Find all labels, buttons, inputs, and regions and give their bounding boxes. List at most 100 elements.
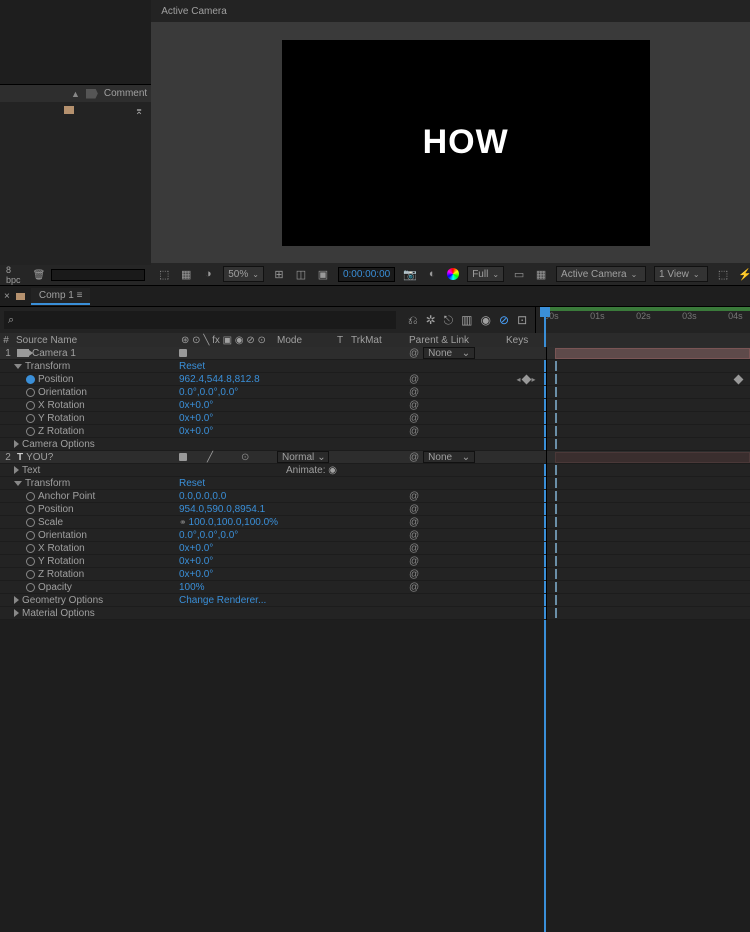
prev-key-icon[interactable]: ◂	[516, 375, 520, 384]
twirl-icon[interactable]	[14, 481, 22, 486]
layer-row-text[interactable]: 2TYOU? ╱⊙ Normal⌄ @None⌄	[0, 451, 750, 464]
prop-value[interactable]: 0x+0.0°	[179, 543, 213, 554]
stopwatch-icon[interactable]	[26, 427, 35, 436]
snapshot-icon[interactable]: 📷	[403, 267, 417, 281]
prop-xrotation[interactable]: X Rotation 0x+0.0° @	[0, 399, 750, 412]
guides-icon[interactable]: ◫	[294, 267, 308, 281]
frame-blend-icon[interactable]: ▥	[461, 313, 472, 328]
stopwatch-icon[interactable]	[26, 557, 35, 566]
prop-value[interactable]: 0x+0.0°	[179, 413, 213, 424]
prop-zrotation[interactable]: Z Rotation 0x+0.0° @	[0, 425, 750, 438]
transparency-icon[interactable]: ▦	[534, 267, 548, 281]
pixel-aspect-icon[interactable]: ⬚	[716, 267, 730, 281]
tab-close-icon[interactable]: ×	[4, 291, 10, 302]
parent-select[interactable]: None⌄	[423, 451, 475, 463]
stopwatch-icon[interactable]	[26, 401, 35, 410]
colorwheel-icon[interactable]	[447, 268, 459, 280]
prop-orientation2[interactable]: Orientation 0.0°,0.0°,0.0° @	[0, 529, 750, 542]
ruler-icon[interactable]: ⊞	[272, 267, 286, 281]
prop-value[interactable]: 0x+0.0°	[179, 556, 213, 567]
twirl-icon[interactable]	[14, 466, 19, 474]
group-material[interactable]: Material Options	[0, 607, 750, 620]
layer-name[interactable]: YOU?	[26, 452, 53, 463]
stopwatch-icon[interactable]	[26, 388, 35, 397]
pickwhip-icon[interactable]: @	[409, 387, 419, 398]
collapse-icon[interactable]: ▲	[71, 89, 80, 99]
grid-icon[interactable]: ▦	[179, 267, 193, 281]
layer-bar[interactable]	[555, 348, 750, 359]
comp-mini-flowchart-icon[interactable]: ⎌	[408, 313, 418, 328]
pickwhip-icon[interactable]: @	[409, 400, 419, 411]
zoom-select[interactable]: 50%⌄	[223, 266, 264, 282]
switch-video[interactable]	[179, 453, 187, 461]
exposure-icon[interactable]: ◐	[425, 267, 439, 281]
pickwhip-icon[interactable]: @	[409, 413, 419, 424]
prop-value[interactable]: 0x+0.0°	[179, 569, 213, 580]
prop-position[interactable]: Position 962.4,544.8,812.8 @ ◂▸	[0, 373, 750, 386]
group-camera-options[interactable]: Camera Options	[0, 438, 750, 451]
stopwatch-icon[interactable]	[26, 414, 35, 423]
search-input[interactable]: ⌕	[4, 311, 396, 329]
stopwatch-icon[interactable]	[26, 518, 35, 527]
fast-preview-icon[interactable]: ⚡	[738, 267, 750, 281]
twirl-icon[interactable]	[14, 440, 19, 448]
pickwhip-icon[interactable]: @	[409, 543, 419, 554]
view-layout-select[interactable]: 1 View⌄	[654, 266, 708, 282]
time-ruler[interactable]: 00s 01s 02s 03s 04s	[535, 307, 750, 333]
prop-anchor[interactable]: Anchor Point 0.0,0.0,0.0 @	[0, 490, 750, 503]
switch-video[interactable]	[179, 349, 187, 357]
prop-value[interactable]: 0x+0.0°	[179, 426, 213, 437]
pickwhip-icon[interactable]: @	[409, 426, 419, 437]
layer-bar[interactable]	[555, 452, 750, 463]
group-transform2[interactable]: Transform Reset	[0, 477, 750, 490]
reset-link[interactable]: Reset	[179, 361, 205, 372]
composition-canvas[interactable]: HOW	[282, 40, 650, 246]
prop-opacity[interactable]: Opacity 100% @	[0, 581, 750, 594]
label-icon[interactable]	[86, 89, 98, 99]
pickwhip-icon[interactable]: @	[409, 504, 419, 515]
twirl-icon[interactable]	[14, 609, 19, 617]
blend-mode-select[interactable]: Normal⌄	[277, 451, 329, 463]
channel-icon[interactable]: ▣	[316, 267, 330, 281]
prop-value[interactable]: 0x+0.0°	[179, 400, 213, 411]
keyframe-diamond[interactable]	[734, 374, 744, 384]
pickwhip-icon[interactable]: @	[409, 517, 419, 528]
trash-icon[interactable]: 🗑	[33, 270, 46, 281]
current-time[interactable]: 0:00:00:00	[338, 267, 395, 282]
prop-value[interactable]: 962.4,544.8,812.8	[179, 374, 260, 385]
bpc-label[interactable]: 8 bpc	[6, 265, 27, 285]
twirl-icon[interactable]	[14, 596, 19, 604]
prop-value[interactable]: 0.0°,0.0°,0.0°	[179, 530, 238, 541]
stopwatch-icon[interactable]	[26, 583, 35, 592]
stopwatch-icon[interactable]	[26, 375, 35, 384]
prop-scale[interactable]: Scale ⚭100.0,100.0,100.0% @	[0, 516, 750, 529]
brainstorm-icon[interactable]: ⊡	[517, 313, 527, 328]
motion-blur-icon[interactable]: ◉	[481, 313, 491, 328]
prop-value[interactable]: 0.0,0.0,0.0	[179, 491, 226, 502]
prop-value[interactable]: 954.0,590.0,8954.1	[179, 504, 265, 515]
viewer-stage[interactable]: HOW	[151, 22, 750, 263]
prop-xrotation2[interactable]: X Rotation 0x+0.0° @	[0, 542, 750, 555]
layer-row-camera[interactable]: 1Camera 1 @None⌄	[0, 347, 750, 360]
pickwhip-icon[interactable]: @	[409, 452, 419, 463]
parent-select[interactable]: None⌄	[423, 347, 475, 359]
roi-icon[interactable]: ▭	[512, 267, 526, 281]
pickwhip-icon[interactable]: @	[409, 491, 419, 502]
layer-name[interactable]: Camera 1	[32, 348, 76, 359]
tab-comp1[interactable]: Comp 1 ≡	[31, 288, 91, 305]
camera-select[interactable]: Active Camera⌄	[556, 266, 646, 282]
stopwatch-icon[interactable]	[26, 531, 35, 540]
project-body[interactable]: ⌆	[0, 102, 151, 265]
link-icon[interactable]: ⚭	[179, 517, 187, 528]
prop-value[interactable]: 100.0,100.0,100.0%	[189, 517, 279, 528]
prop-value[interactable]: 100%	[179, 582, 205, 593]
pickwhip-icon[interactable]: @	[409, 348, 419, 359]
folder-icon[interactable]	[64, 106, 74, 114]
stopwatch-icon[interactable]	[26, 492, 35, 501]
pickwhip-icon[interactable]: @	[409, 556, 419, 567]
prop-yrotation2[interactable]: Y Rotation 0x+0.0° @	[0, 555, 750, 568]
pickwhip-icon[interactable]: @	[409, 374, 419, 385]
group-transform[interactable]: Transform Reset	[0, 360, 750, 373]
col-source[interactable]: Source Name	[12, 335, 177, 346]
group-geometry[interactable]: Geometry Options Change Renderer...	[0, 594, 750, 607]
